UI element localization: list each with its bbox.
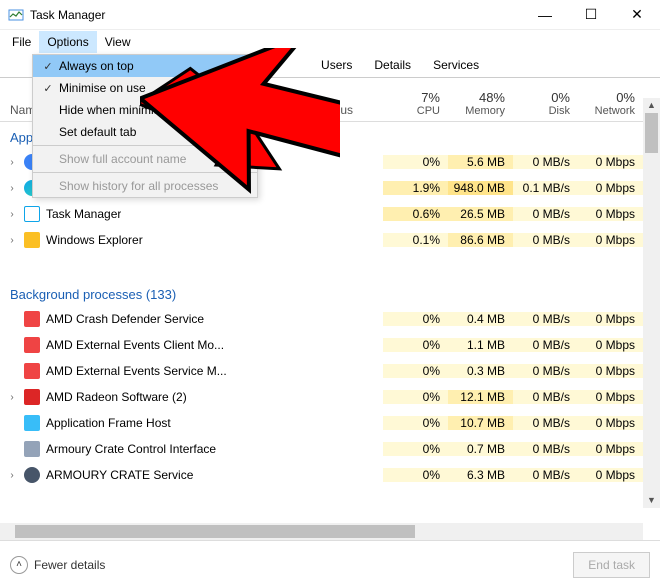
menubar: File Options View bbox=[0, 30, 660, 54]
app-icon bbox=[24, 363, 40, 379]
titlebar: Task Manager — ☐ ✕ bbox=[0, 0, 660, 30]
separator bbox=[33, 145, 257, 146]
chevron-right-icon[interactable]: › bbox=[6, 183, 18, 194]
tab-services[interactable]: Services bbox=[422, 53, 490, 77]
chevron-right-icon[interactable]: › bbox=[6, 235, 18, 246]
app-icon bbox=[24, 337, 40, 353]
menu-show-history: Show history for all processes bbox=[33, 175, 257, 197]
app-icon bbox=[24, 389, 40, 405]
table-row[interactable]: ›Application Frame Host 0%10.7 MB0 MB/s0… bbox=[0, 410, 660, 436]
chevron-up-icon: ˄ bbox=[10, 556, 28, 574]
options-dropdown: ✓Always on top ✓Minimise on use Hide whe… bbox=[32, 54, 258, 198]
tab-users[interactable]: Users bbox=[310, 53, 363, 77]
table-row[interactable]: ›Windows Explorer 0.1% 86.6 MB 0 MB/s 0 … bbox=[0, 227, 660, 253]
check-icon: ✓ bbox=[37, 82, 59, 95]
horizontal-scrollbar[interactable] bbox=[0, 523, 643, 540]
menu-view[interactable]: View bbox=[97, 31, 139, 53]
menu-always-on-top[interactable]: ✓Always on top bbox=[33, 55, 257, 77]
check-icon: ✓ bbox=[37, 60, 59, 73]
menu-options[interactable]: Options bbox=[39, 31, 96, 53]
col-memory-header[interactable]: 48%Memory bbox=[448, 78, 513, 121]
col-disk-header[interactable]: 0%Disk bbox=[513, 78, 578, 121]
menu-file[interactable]: File bbox=[4, 31, 39, 53]
app-icon bbox=[24, 441, 40, 457]
table-row[interactable]: ›AMD External Events Service M... 0%0.3 … bbox=[0, 358, 660, 384]
chevron-right-icon[interactable]: › bbox=[6, 392, 18, 403]
scroll-thumb[interactable] bbox=[645, 113, 658, 153]
maximize-button[interactable]: ☐ bbox=[568, 0, 614, 30]
chevron-right-icon[interactable]: › bbox=[6, 470, 18, 481]
col-network-header[interactable]: 0%Network bbox=[578, 78, 643, 121]
menu-show-full-account: Show full account name bbox=[33, 148, 257, 170]
chevron-right-icon: ▸ bbox=[244, 127, 249, 138]
spacer-row bbox=[0, 253, 660, 279]
scroll-thumb[interactable] bbox=[15, 525, 415, 538]
group-background: Background processes (133) bbox=[0, 279, 660, 306]
chevron-right-icon[interactable]: › bbox=[6, 209, 18, 220]
close-button[interactable]: ✕ bbox=[614, 0, 660, 30]
col-cpu-header[interactable]: 7%CPU bbox=[383, 78, 448, 121]
scroll-up-icon[interactable]: ▲ bbox=[643, 98, 660, 113]
table-row[interactable]: ›AMD Radeon Software (2) 0%12.1 MB0 MB/s… bbox=[0, 384, 660, 410]
app-icon bbox=[24, 311, 40, 327]
window-title: Task Manager bbox=[30, 8, 522, 22]
table-row[interactable]: ›ARMOURY CRATE Service 0%6.3 MB0 MB/s0 M… bbox=[0, 462, 660, 488]
table-row[interactable]: ›Task Manager 0.6% 26.5 MB 0 MB/s 0 Mbps bbox=[0, 201, 660, 227]
app-icon bbox=[24, 415, 40, 431]
table-row[interactable]: ›AMD Crash Defender Service 0%0.4 MB0 MB… bbox=[0, 306, 660, 332]
app-icon bbox=[8, 7, 24, 23]
tab-details[interactable]: Details bbox=[363, 53, 422, 77]
separator bbox=[33, 172, 257, 173]
end-task-button[interactable]: End task bbox=[573, 552, 650, 578]
app-icon bbox=[24, 206, 40, 222]
footer: ˄ Fewer details End task bbox=[0, 540, 660, 588]
minimize-button[interactable]: — bbox=[522, 0, 568, 30]
table-row[interactable]: ›AMD External Events Client Mo... 0%1.1 … bbox=[0, 332, 660, 358]
menu-hide-when-minimised[interactable]: Hide when minimised bbox=[33, 99, 257, 121]
scroll-down-icon[interactable]: ▼ bbox=[643, 493, 660, 508]
app-icon bbox=[24, 232, 40, 248]
chevron-right-icon[interactable]: › bbox=[6, 157, 18, 168]
vertical-scrollbar[interactable]: ▲ ▼ bbox=[643, 98, 660, 508]
table-row[interactable]: ›Armoury Crate Control Interface 0%0.7 M… bbox=[0, 436, 660, 462]
menu-minimise-on-use[interactable]: ✓Minimise on use bbox=[33, 77, 257, 99]
menu-set-default-tab[interactable]: Set default tab▸ bbox=[33, 121, 257, 143]
app-icon bbox=[24, 467, 40, 483]
fewer-details-button[interactable]: ˄ Fewer details bbox=[10, 556, 105, 574]
